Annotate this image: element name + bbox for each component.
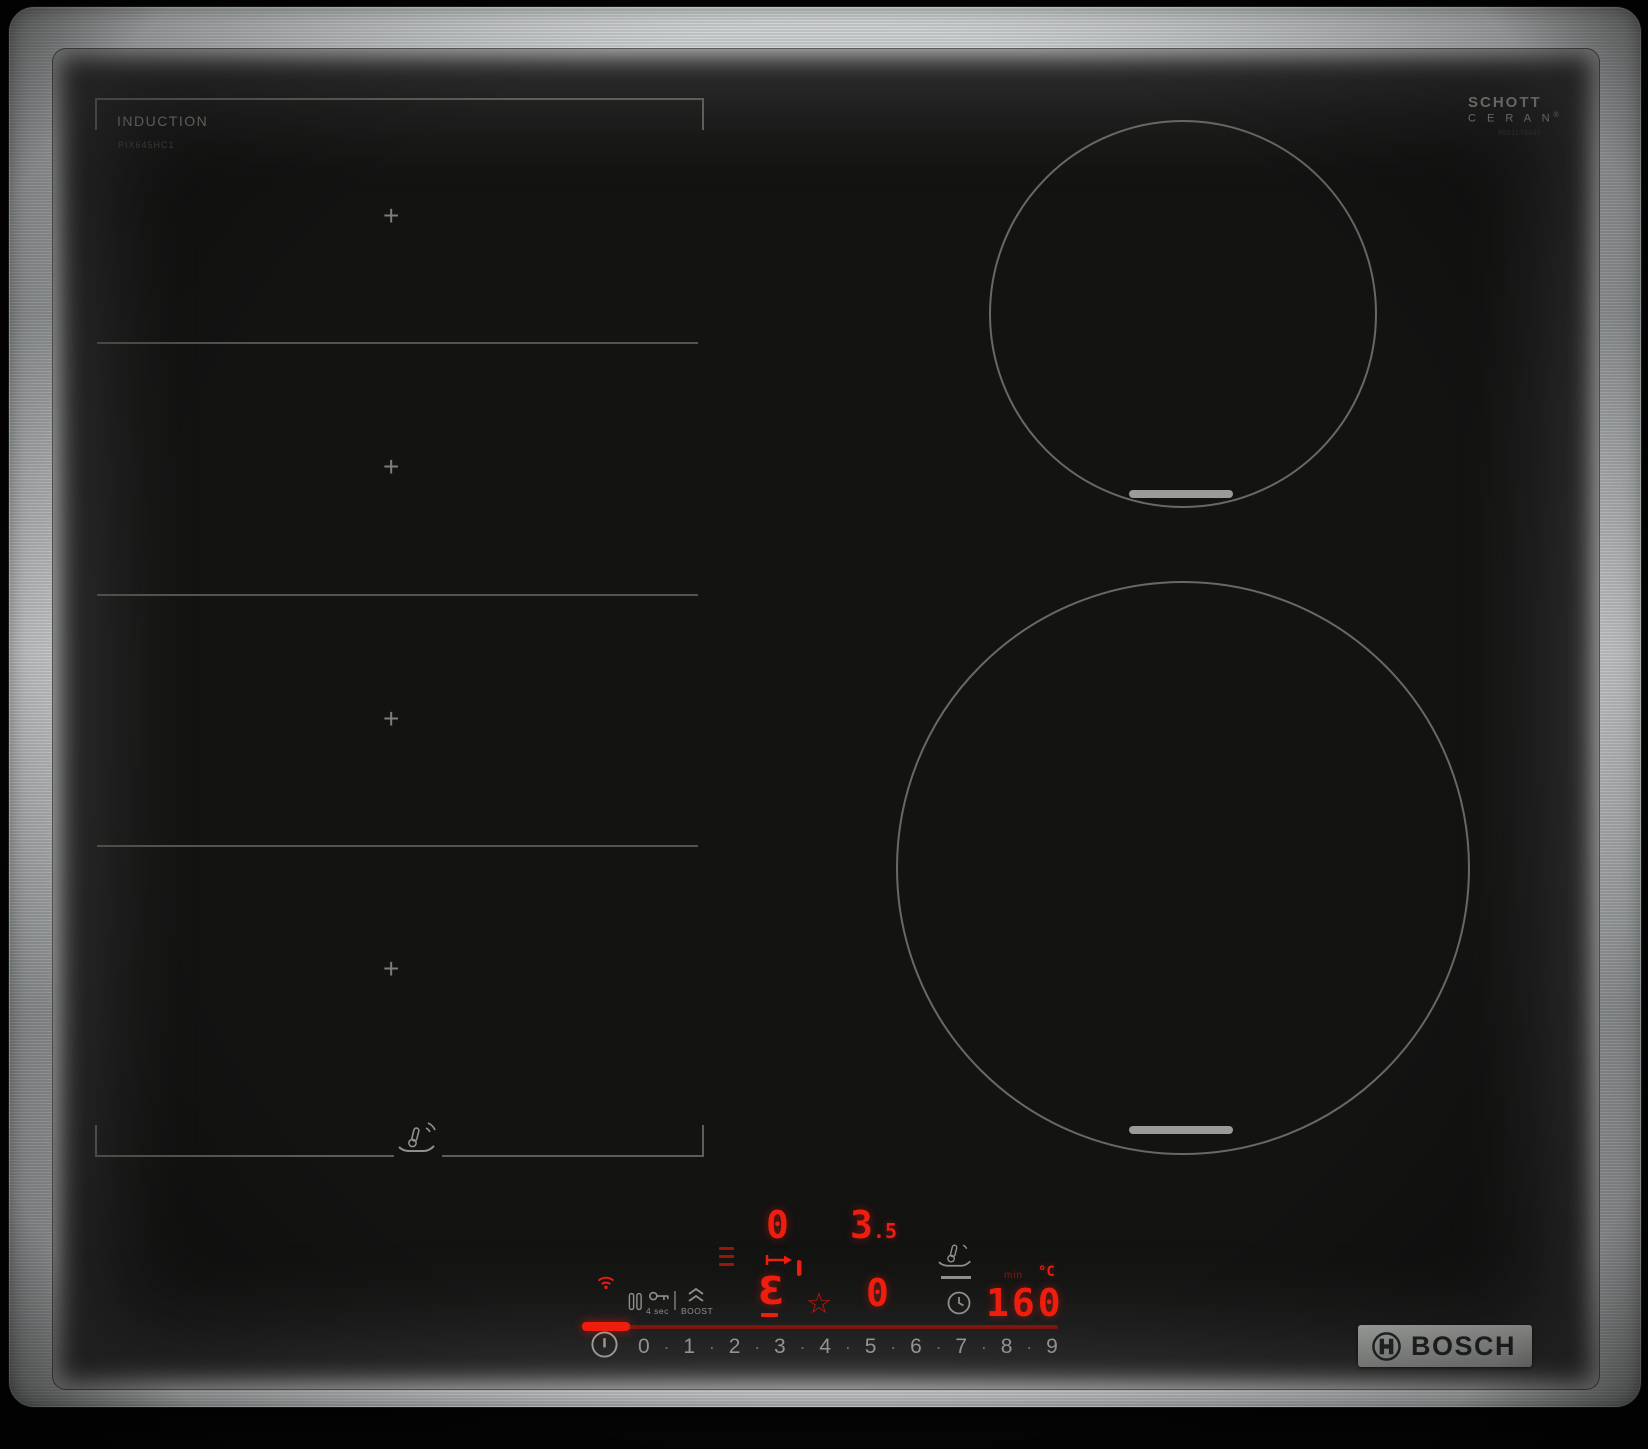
bosch-logo-plate: BOSCH — [1358, 1325, 1532, 1367]
frying-sensor-icon — [936, 1238, 976, 1277]
schott-brand-line2: C E R A N® — [1468, 112, 1563, 125]
power-slider-track[interactable] — [582, 1325, 1058, 1329]
model-number: PIX645HC1 — [118, 140, 175, 150]
scale-separator: · — [935, 1336, 942, 1357]
pan-position-mark-large — [1129, 1126, 1233, 1134]
power-level-2[interactable]: 2 — [729, 1335, 741, 1359]
power-level-1[interactable]: 1 — [683, 1335, 695, 1359]
flex-zone-divider — [97, 594, 698, 596]
scale-separator: · — [708, 1336, 715, 1357]
flex-zone-divider — [97, 342, 698, 344]
scale-separator: · — [844, 1336, 851, 1357]
temp-sub-label: min — [1004, 1270, 1024, 1281]
power-level-4[interactable]: 4 — [819, 1335, 831, 1359]
power-level-8[interactable]: 8 — [1001, 1335, 1013, 1359]
induction-label: INDUCTION — [117, 113, 209, 129]
pan-position-mark-small — [1129, 490, 1233, 498]
schott-brand-line1: SCHOTT — [1468, 94, 1542, 111]
panel-divider — [674, 1291, 676, 1310]
power-level-0[interactable]: 0 — [638, 1335, 650, 1359]
power-kw-main: 3 — [850, 1203, 873, 1247]
power-kw-display: 3.5 — [850, 1206, 897, 1244]
power-level-7[interactable]: 7 — [955, 1335, 967, 1359]
favorite-star-icon[interactable]: ☆ — [806, 1290, 832, 1319]
pan-detect-underline — [761, 1313, 778, 1317]
scale-separator: · — [663, 1336, 670, 1357]
scale-separator: · — [799, 1336, 806, 1357]
boost-label: BOOST — [681, 1306, 714, 1316]
temp-display: 160 — [986, 1281, 1064, 1325]
flex-zone-divider — [97, 845, 698, 847]
flex-zone-plus-mark: + — [383, 703, 400, 734]
wifi-icon — [596, 1273, 616, 1295]
power-level-6[interactable]: 6 — [910, 1335, 922, 1359]
frying-sensor-underline — [941, 1276, 971, 1279]
scale-separator: · — [1026, 1336, 1033, 1357]
power-level-9[interactable]: 9 — [1046, 1335, 1058, 1359]
power-kw-dot: . — [872, 1219, 885, 1243]
pause-icon[interactable] — [628, 1292, 643, 1316]
scale-separator: · — [754, 1336, 761, 1357]
power-level-3[interactable]: 3 — [774, 1335, 786, 1359]
right-zone-level-display: 0 — [866, 1271, 889, 1315]
cooking-sensor-icon — [394, 1118, 442, 1160]
power-scale[interactable]: 0 · 1 · 2 · 3 · 4 · 5 · 6 · 7 · 8 · 9 — [638, 1334, 1058, 1360]
flex-zone-plus-mark: + — [383, 200, 400, 231]
menu-dashes-icon — [719, 1247, 734, 1271]
pan-detect-display: Ɛ — [758, 1269, 785, 1313]
scale-separator: · — [980, 1336, 987, 1357]
temp-unit: °C — [1038, 1264, 1055, 1280]
key-hold-label: 4 sec — [646, 1306, 669, 1316]
timer-clock-icon[interactable] — [946, 1290, 972, 1321]
power-level-5[interactable]: 5 — [865, 1335, 877, 1359]
flex-zone-plus-mark: + — [383, 451, 400, 482]
cooking-zone-circle-small — [989, 120, 1377, 508]
power-button[interactable] — [590, 1330, 619, 1364]
power-kw-frac: 5 — [884, 1219, 897, 1243]
registered-mark: ® — [1553, 112, 1563, 119]
boost-icon[interactable] — [686, 1286, 706, 1308]
cooking-zone-circle-large — [896, 581, 1470, 1155]
scale-separator: · — [890, 1336, 897, 1357]
schott-serial-number: 9001176045 — [1498, 130, 1542, 137]
left-zone-level-display: 0 — [766, 1203, 789, 1247]
flex-zone-plus-mark: + — [383, 953, 400, 984]
bosch-emblem-icon — [1371, 1331, 1402, 1362]
induction-hob-photo: INDUCTION PIX645HC1 + + + + SCHOTT C E R… — [0, 0, 1648, 1449]
bosch-wordmark: BOSCH — [1411, 1330, 1517, 1361]
